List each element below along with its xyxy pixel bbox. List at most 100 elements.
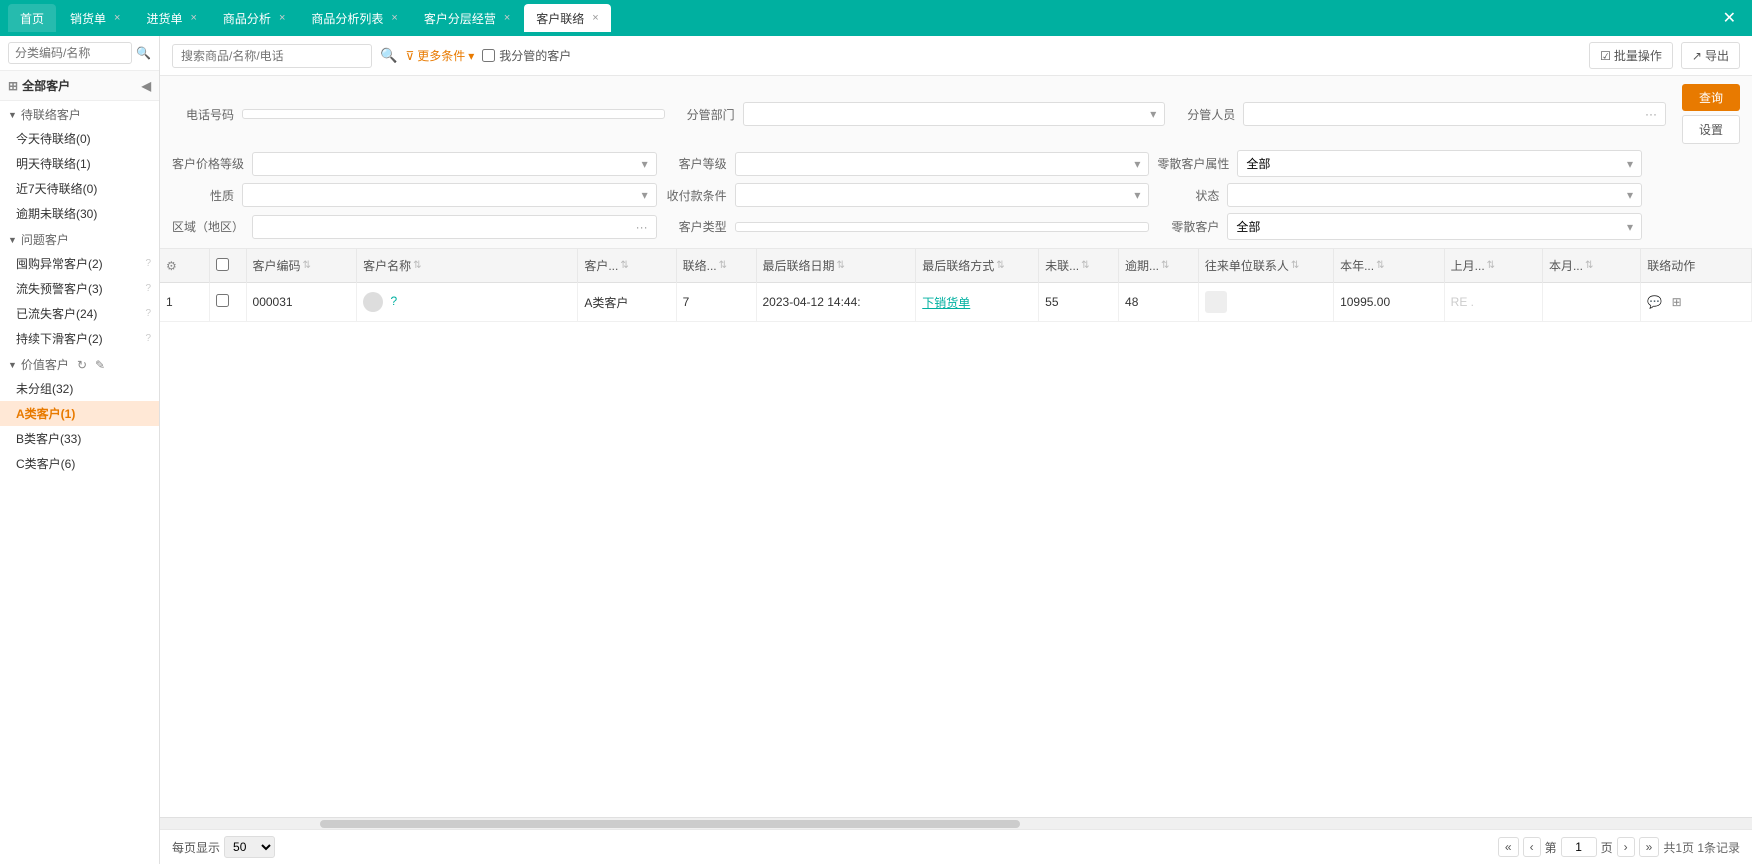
- col-this-month[interactable]: 本月... ⇅: [1542, 249, 1640, 283]
- declining-help-icon: ?: [145, 333, 151, 344]
- page-size-select[interactable]: 20 50 100: [224, 836, 275, 858]
- sidebar-item-c-class[interactable]: C类客户(6): [0, 451, 159, 476]
- filter-search-button[interactable]: 🔍: [380, 47, 397, 64]
- col-action[interactable]: 联络动作: [1641, 249, 1752, 283]
- sidebar-item-today[interactable]: 今天待联络(0): [0, 126, 159, 151]
- nav-tab-analysis[interactable]: 商品分析 ×: [211, 4, 297, 32]
- triangle-icon-pending: ▼: [8, 110, 17, 120]
- nature-select[interactable]: ▾: [242, 183, 657, 207]
- dept-select[interactable]: ▾: [743, 102, 1166, 126]
- col-checkbox-header[interactable]: [209, 249, 246, 283]
- sidebar-item-b-class[interactable]: B类客户(33): [0, 426, 159, 451]
- sidebar-item-7days[interactable]: 近7天待联络(0): [0, 176, 159, 201]
- sidebar-item-declining[interactable]: 持续下滑客户(2) ?: [0, 326, 159, 351]
- refresh-icon[interactable]: ↻: [77, 358, 87, 372]
- sidebar-group-pending[interactable]: ▼ 待联络客户: [0, 101, 159, 126]
- nav-tab-sales[interactable]: 销货单 ×: [58, 4, 132, 32]
- col-this-year[interactable]: 本年... ⇅: [1334, 249, 1445, 283]
- customer-level-select[interactable]: ▾: [735, 152, 1150, 176]
- nav-tab-home[interactable]: 首页: [8, 4, 56, 32]
- status-arrow: ▾: [1627, 188, 1633, 202]
- contact-method-link[interactable]: 下销货单: [922, 296, 970, 310]
- query-button[interactable]: 查询: [1682, 84, 1740, 111]
- last-page-button[interactable]: »: [1639, 837, 1660, 857]
- manager-input[interactable]: ···: [1243, 102, 1666, 126]
- customer-tier-tab-close[interactable]: ×: [504, 12, 510, 24]
- scatter-attr-select[interactable]: 全部 ▾: [1237, 150, 1642, 177]
- action-chat-icon[interactable]: 💬: [1647, 295, 1662, 309]
- sidebar-search-input[interactable]: [8, 42, 132, 64]
- prev-page-button[interactable]: ‹: [1523, 837, 1541, 857]
- status-select[interactable]: ▾: [1227, 183, 1642, 207]
- total-label: 共1页 1条记录: [1663, 839, 1740, 856]
- sidebar-group-value[interactable]: ▼ 价值客户 ↻ ✎: [0, 351, 159, 376]
- edit-icon[interactable]: ✎: [95, 358, 105, 372]
- export-button[interactable]: ↗ 导出: [1681, 42, 1740, 69]
- col-no-contact[interactable]: 未联... ⇅: [1039, 249, 1119, 283]
- page-number-input[interactable]: [1561, 837, 1597, 857]
- first-page-button[interactable]: «: [1498, 837, 1519, 857]
- horizontal-scrollbar[interactable]: [160, 817, 1752, 829]
- customer-contact-tab-close[interactable]: ×: [592, 12, 598, 24]
- nav-tab-customer-tier[interactable]: 客户分层经营 ×: [412, 4, 522, 32]
- row-select-checkbox[interactable]: [216, 294, 229, 307]
- sidebar-item-lostwarning[interactable]: 流失预警客户(3) ?: [0, 276, 159, 301]
- col-last-month[interactable]: 上月... ⇅: [1444, 249, 1542, 283]
- table-footer: 每页显示 20 50 100 « ‹ 第 页 › » 共1页 1条记录: [160, 829, 1752, 864]
- col-code[interactable]: 客户编码 ⇅: [246, 249, 357, 283]
- row-last-contact-method[interactable]: 下销货单: [916, 283, 1039, 322]
- col-unit-contact[interactable]: 往来单位联系人 ⇅: [1198, 249, 1333, 283]
- sidebar-item-hoarding[interactable]: 囤购异常客户(2) ?: [0, 251, 159, 276]
- sidebar-item-tomorrow[interactable]: 明天待联络(1): [0, 151, 159, 176]
- sidebar-item-lost[interactable]: 已流失客户(24) ?: [0, 301, 159, 326]
- nav-tab-customer-contact[interactable]: 客户联络 ×: [524, 4, 610, 32]
- window-close-button[interactable]: ✕: [1715, 4, 1744, 32]
- sidebar-item-ungrouped[interactable]: 未分组(32): [0, 376, 159, 401]
- sidebar-search-icon[interactable]: 🔍: [136, 46, 151, 60]
- scrollbar-thumb[interactable]: [320, 820, 1020, 828]
- next-page-button[interactable]: ›: [1617, 837, 1635, 857]
- col-name[interactable]: 客户名称 ⇅: [357, 249, 578, 283]
- collapse-icon: ◀: [142, 79, 151, 93]
- customer-type-input[interactable]: [735, 222, 1150, 232]
- scatter-customer-select[interactable]: 全部 ▾: [1227, 213, 1642, 240]
- col-customer-type[interactable]: 客户... ⇅: [578, 249, 676, 283]
- price-level-select[interactable]: ▾: [252, 152, 657, 176]
- row-overdue: 48: [1119, 283, 1199, 322]
- sidebar-all-customers-header[interactable]: ⊞ 全部客户 ◀: [0, 71, 159, 101]
- col-last-month-label: 上月...: [1451, 257, 1485, 274]
- col-last-contact-date[interactable]: 最后联络日期 ⇅: [756, 249, 916, 283]
- region-input[interactable]: ···: [252, 215, 657, 239]
- filter-field-phone: 电话号码: [172, 106, 665, 123]
- scatter-attr-arrow: ▾: [1627, 157, 1633, 171]
- phone-input[interactable]: [242, 109, 665, 119]
- row-checkbox[interactable]: [209, 283, 246, 322]
- nav-tab-purchase[interactable]: 进货单 ×: [134, 4, 208, 32]
- table-settings-icon[interactable]: ⚙: [166, 259, 177, 273]
- analysis-tab-close[interactable]: ×: [279, 12, 285, 24]
- col-settings[interactable]: ⚙: [160, 249, 209, 283]
- settings-button[interactable]: 设置: [1682, 115, 1740, 144]
- nav-tab-analysis-list[interactable]: 商品分析列表 ×: [299, 4, 409, 32]
- col-date-sort: ⇅: [837, 260, 845, 271]
- action-qr-icon[interactable]: ⊞: [1672, 295, 1682, 309]
- purchase-tab-close[interactable]: ×: [190, 12, 196, 24]
- my-customers-checkbox[interactable]: [482, 49, 495, 62]
- sidebar-group-problem[interactable]: ▼ 问题客户: [0, 226, 159, 251]
- customer-name-text[interactable]: ?: [390, 294, 397, 308]
- filter-more-button[interactable]: ⊽ 更多条件 ▾: [405, 47, 474, 64]
- main-layout: 🔍 ⊞ 全部客户 ◀ ▼ 待联络客户 今天待联络(0) 明天待联络(1) 近7天…: [0, 36, 1752, 864]
- col-last-contact-method[interactable]: 最后联络方式 ⇅: [916, 249, 1039, 283]
- col-year-sort: ⇅: [1376, 260, 1384, 271]
- table-container: ⚙ 客户编码 ⇅ 客户名称: [160, 249, 1752, 817]
- sidebar-item-overdue[interactable]: 逾期未联络(30): [0, 201, 159, 226]
- sales-tab-close[interactable]: ×: [114, 12, 120, 24]
- select-all-checkbox[interactable]: [216, 258, 229, 271]
- sidebar-item-a-class[interactable]: A类客户(1): [0, 401, 159, 426]
- analysis-list-tab-close[interactable]: ×: [391, 12, 397, 24]
- filter-search-input[interactable]: [172, 44, 372, 68]
- col-contact-count[interactable]: 联络... ⇅: [676, 249, 756, 283]
- payment-select[interactable]: ▾: [735, 183, 1150, 207]
- col-overdue[interactable]: 逾期... ⇅: [1119, 249, 1199, 283]
- batch-op-button[interactable]: ☑ 批量操作: [1589, 42, 1673, 69]
